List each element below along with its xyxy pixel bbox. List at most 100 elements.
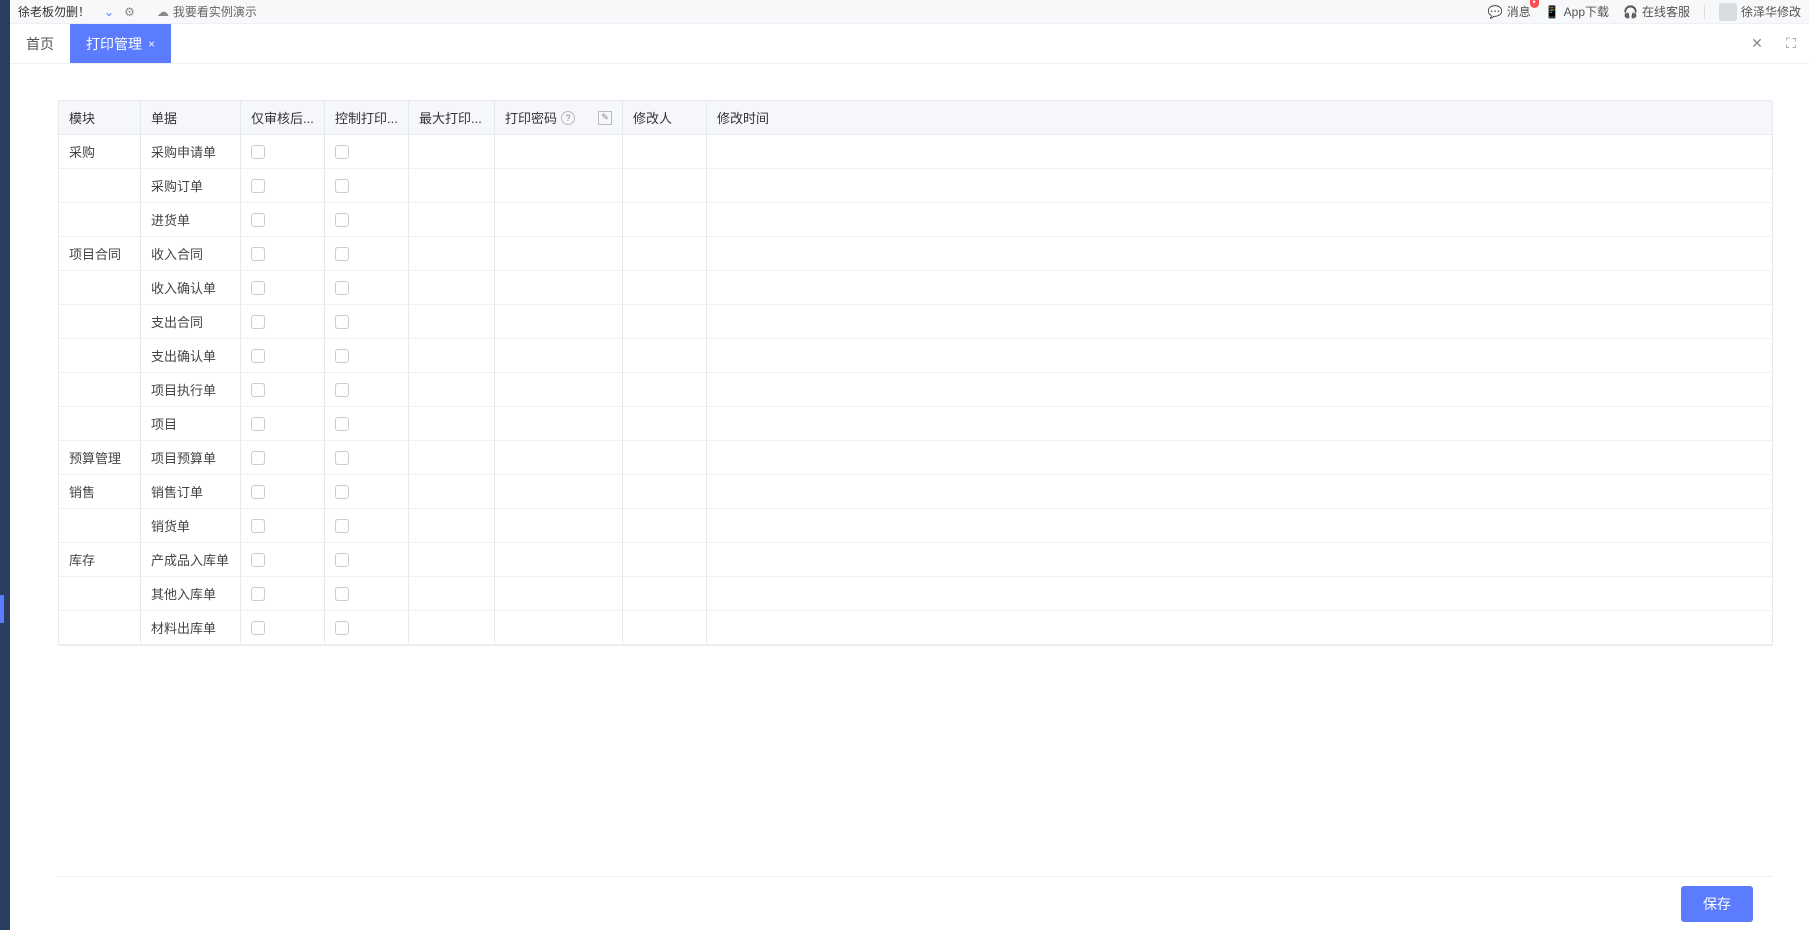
checkbox-control-print[interactable] [335, 349, 349, 363]
app-download-label: App下载 [1564, 3, 1609, 20]
checkbox-audit-only[interactable] [251, 621, 265, 635]
checkbox-control-print[interactable] [335, 145, 349, 159]
cell-print-pwd[interactable] [495, 611, 623, 644]
checkbox-control-print[interactable] [335, 213, 349, 227]
cell-audit-only [241, 305, 325, 338]
table-row: 预算管理项目预算单 [59, 441, 1772, 475]
col-editor: 修改人 [623, 101, 707, 134]
tab-home[interactable]: 首页 [10, 24, 70, 63]
tab-print-management[interactable]: 打印管理 × [70, 24, 171, 63]
checkbox-control-print[interactable] [335, 587, 349, 601]
divider [1704, 5, 1705, 19]
cell-audit-only [241, 441, 325, 474]
checkbox-audit-only[interactable] [251, 213, 265, 227]
checkbox-audit-only[interactable] [251, 451, 265, 465]
fullscreen-icon[interactable]: ⛶ [1779, 32, 1803, 56]
table-row: 项目合同收入合同 [59, 237, 1772, 271]
checkbox-audit-only[interactable] [251, 485, 265, 499]
org-selector[interactable]: 徐老板勿删！ [18, 3, 94, 20]
cell-edit-time [707, 611, 1772, 644]
cell-max-print[interactable] [409, 407, 495, 440]
close-icon[interactable]: × [148, 37, 155, 51]
checkbox-control-print[interactable] [335, 281, 349, 295]
online-service-link[interactable]: 🎧 在线客服 [1623, 3, 1690, 20]
cell-editor [623, 305, 707, 338]
cell-print-pwd[interactable] [495, 441, 623, 474]
chevron-down-icon[interactable]: ⌄ [104, 5, 114, 19]
checkbox-audit-only[interactable] [251, 247, 265, 261]
user-menu[interactable]: 徐泽华修改 [1719, 3, 1801, 21]
cell-module [59, 305, 141, 338]
checkbox-control-print[interactable] [335, 315, 349, 329]
cell-print-pwd[interactable] [495, 543, 623, 576]
headset-icon: 🎧 [1623, 5, 1638, 19]
cell-print-pwd[interactable] [495, 475, 623, 508]
messages-link[interactable]: 💬 消息 • [1488, 3, 1531, 20]
cell-edit-time [707, 509, 1772, 542]
col-bill: 单据 [141, 101, 241, 134]
cell-max-print[interactable] [409, 135, 495, 168]
cell-max-print[interactable] [409, 611, 495, 644]
checkbox-control-print[interactable] [335, 383, 349, 397]
checkbox-audit-only[interactable] [251, 383, 265, 397]
checkbox-control-print[interactable] [335, 179, 349, 193]
gear-icon[interactable]: ⚙ [124, 5, 135, 19]
cell-max-print[interactable] [409, 305, 495, 338]
cell-print-pwd[interactable] [495, 339, 623, 372]
cell-print-pwd[interactable] [495, 407, 623, 440]
cell-print-pwd[interactable] [495, 169, 623, 202]
demo-link[interactable]: ☁ 我要看实例演示 [157, 3, 257, 20]
checkbox-control-print[interactable] [335, 417, 349, 431]
checkbox-audit-only[interactable] [251, 519, 265, 533]
topbar: 徐老板勿删！ ⌄ ⚙ ☁ 我要看实例演示 💬 消息 • 📱 App下载 [10, 0, 1809, 24]
close-tab-button[interactable]: ✕ [1745, 32, 1769, 56]
cell-max-print[interactable] [409, 203, 495, 236]
cell-print-pwd[interactable] [495, 237, 623, 270]
cell-max-print[interactable] [409, 441, 495, 474]
cell-max-print[interactable] [409, 271, 495, 304]
app-download-link[interactable]: 📱 App下载 [1545, 3, 1609, 20]
edit-icon[interactable]: ✎ [598, 111, 612, 125]
checkbox-audit-only[interactable] [251, 553, 265, 567]
checkbox-control-print[interactable] [335, 519, 349, 533]
cell-module: 库存 [59, 543, 141, 576]
cell-print-pwd[interactable] [495, 577, 623, 610]
cell-editor [623, 237, 707, 270]
checkbox-audit-only[interactable] [251, 179, 265, 193]
checkbox-control-print[interactable] [335, 485, 349, 499]
checkbox-audit-only[interactable] [251, 587, 265, 601]
cell-bill: 支出确认单 [141, 339, 241, 372]
checkbox-audit-only[interactable] [251, 315, 265, 329]
cell-print-pwd[interactable] [495, 305, 623, 338]
checkbox-audit-only[interactable] [251, 417, 265, 431]
checkbox-audit-only[interactable] [251, 281, 265, 295]
checkbox-control-print[interactable] [335, 247, 349, 261]
help-icon[interactable]: ? [561, 111, 575, 125]
cell-max-print[interactable] [409, 237, 495, 270]
cell-max-print[interactable] [409, 577, 495, 610]
cell-control-print [325, 339, 409, 372]
cell-print-pwd[interactable] [495, 509, 623, 542]
cell-print-pwd[interactable] [495, 203, 623, 236]
checkbox-control-print[interactable] [335, 451, 349, 465]
checkbox-audit-only[interactable] [251, 349, 265, 363]
cell-print-pwd[interactable] [495, 135, 623, 168]
cell-max-print[interactable] [409, 509, 495, 542]
cell-max-print[interactable] [409, 475, 495, 508]
checkbox-control-print[interactable] [335, 621, 349, 635]
cell-max-print[interactable] [409, 543, 495, 576]
cell-max-print[interactable] [409, 169, 495, 202]
save-button[interactable]: 保存 [1681, 886, 1753, 922]
table-row: 支出确认单 [59, 339, 1772, 373]
checkbox-audit-only[interactable] [251, 145, 265, 159]
cell-editor [623, 611, 707, 644]
table-row: 采购订单 [59, 169, 1772, 203]
checkbox-control-print[interactable] [335, 553, 349, 567]
cell-print-pwd[interactable] [495, 373, 623, 406]
cell-max-print[interactable] [409, 373, 495, 406]
table-body[interactable]: 采购采购申请单采购订单进货单项目合同收入合同收入确认单支出合同支出确认单项目执行… [59, 135, 1772, 645]
cell-edit-time [707, 203, 1772, 236]
cell-max-print[interactable] [409, 339, 495, 372]
cell-bill: 项目执行单 [141, 373, 241, 406]
cell-print-pwd[interactable] [495, 271, 623, 304]
